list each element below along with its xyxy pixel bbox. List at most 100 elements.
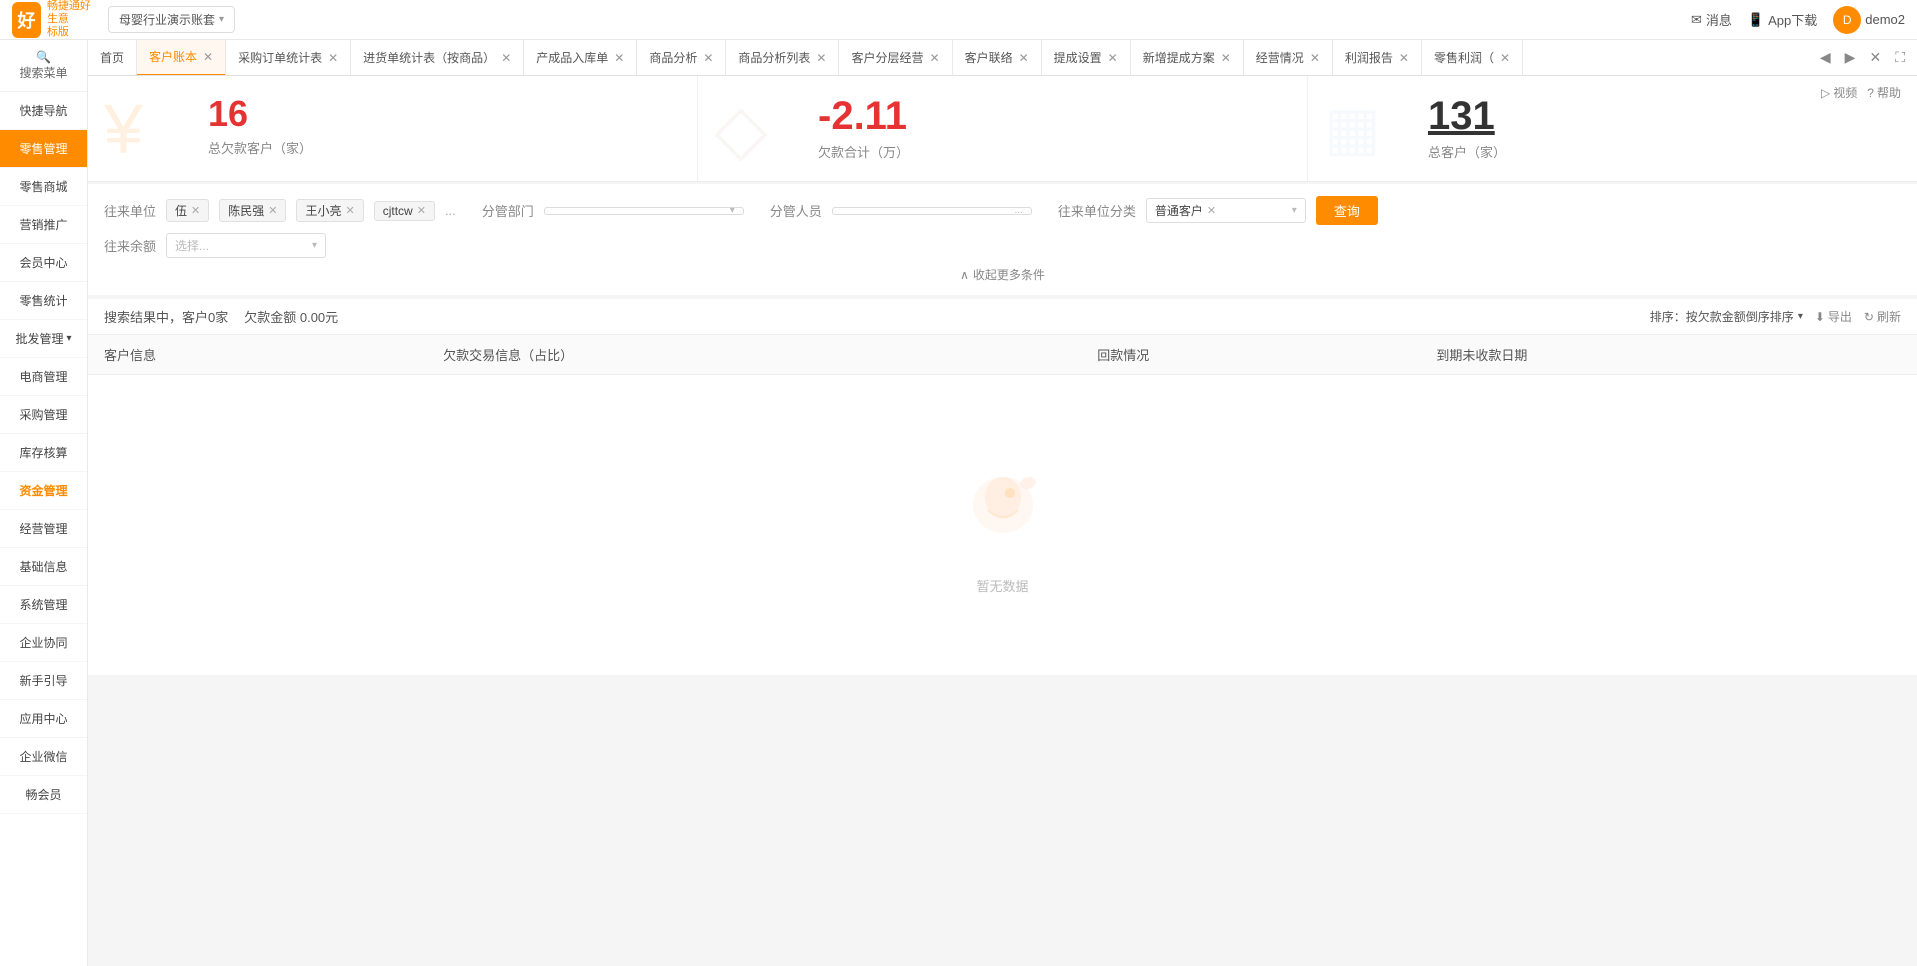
sidebar-item-label: 批发管理 bbox=[15, 330, 63, 347]
sidebar-item-label: 畅会员 bbox=[8, 786, 79, 803]
sidebar-item-zero-stat[interactable]: 零售统计 bbox=[0, 282, 87, 320]
collapse-btn[interactable]: ∧ 收起更多条件 bbox=[104, 266, 1901, 283]
sidebar-item-inventory[interactable]: 库存核算 bbox=[0, 434, 87, 472]
collapse-up-icon: ∧ bbox=[960, 268, 969, 282]
sidebar-item-app-center[interactable]: 应用中心 bbox=[0, 700, 87, 738]
sort-select[interactable]: 排序：按欠款金额倒序排序 ▾ bbox=[1650, 308, 1803, 325]
remain-select[interactable]: 选择... ▾ bbox=[166, 233, 326, 258]
sidebar-item-basic-info[interactable]: 基础信息 bbox=[0, 548, 87, 586]
dept-select[interactable]: ▾ bbox=[544, 207, 744, 215]
refresh-btn[interactable]: ↻ 刷新 bbox=[1864, 308, 1901, 325]
message-btn[interactable]: ✉ 消息 bbox=[1691, 10, 1732, 29]
empty-state: 暂无数据 bbox=[88, 375, 1917, 675]
unit-label: 往来单位 bbox=[104, 201, 156, 220]
tab-close-all-btn[interactable]: ✕ bbox=[1865, 47, 1885, 68]
tab-purchase-stat-by-product[interactable]: 进货单统计表（按商品） ✕ bbox=[351, 40, 524, 76]
close-icon[interactable]: ✕ bbox=[328, 51, 338, 65]
sidebar-item-label: 采购管理 bbox=[8, 406, 79, 423]
sidebar-item-new-guide[interactable]: 新手引导 bbox=[0, 662, 87, 700]
sidebar-item-zero-mall[interactable]: 零售商城 bbox=[0, 168, 87, 206]
content-area: 首页 客户账本 ✕ 采购订单统计表 ✕ 进货单统计表（按商品） ✕ 产成品入库单… bbox=[88, 40, 1917, 966]
stat-value-debt: -2.11 bbox=[728, 96, 1277, 136]
close-icon[interactable]: ✕ bbox=[1221, 51, 1231, 65]
tab-bar: 首页 客户账本 ✕ 采购订单统计表 ✕ 进货单统计表（按商品） ✕ 产成品入库单… bbox=[88, 40, 1917, 76]
sidebar-item-zero-retail[interactable]: 零售管理 bbox=[0, 130, 87, 168]
tab-new-improve-plan[interactable]: 新增提成方案 ✕ bbox=[1131, 40, 1244, 76]
sidebar-item-purchase-mgmt[interactable]: 采购管理 bbox=[0, 396, 87, 434]
tab-customer-tier[interactable]: 客户分层经营 ✕ bbox=[839, 40, 952, 76]
close-icon[interactable]: ✕ bbox=[1019, 51, 1029, 65]
close-icon[interactable]: ✕ bbox=[1108, 51, 1118, 65]
help-label: 帮助 bbox=[1877, 84, 1901, 101]
sidebar-item-member-center[interactable]: 会员中心 bbox=[0, 244, 87, 282]
tag-value: 普通客户 bbox=[1155, 202, 1203, 219]
sidebar-item-ops-mgmt[interactable]: 经营管理 bbox=[0, 510, 87, 548]
close-icon[interactable]: ✕ bbox=[1399, 51, 1409, 65]
sidebar-item-label: 基础信息 bbox=[8, 558, 79, 575]
user-area[interactable]: D demo2 bbox=[1833, 6, 1905, 34]
sidebar-item-enterprise[interactable]: 企业协同 bbox=[0, 624, 87, 662]
sidebar-item-marketing[interactable]: 营销推广 bbox=[0, 206, 87, 244]
sidebar-item-label: 库存核算 bbox=[8, 444, 79, 461]
tab-ops-situation[interactable]: 经营情况 ✕ bbox=[1244, 40, 1333, 76]
tab-prev-btn[interactable]: ◀ bbox=[1816, 47, 1835, 68]
account-selector[interactable]: 母婴行业演示账套 ▾ bbox=[108, 6, 235, 33]
close-icon[interactable]: ✕ bbox=[703, 51, 713, 65]
tab-home[interactable]: 首页 bbox=[88, 40, 137, 76]
remove-tag-unit-0[interactable]: ✕ bbox=[191, 204, 200, 217]
tab-product-analysis[interactable]: 商品分析 ✕ bbox=[637, 40, 726, 76]
collapse-label: 收起更多条件 bbox=[973, 266, 1045, 283]
chevron-down-icon: ▾ bbox=[312, 240, 317, 251]
sidebar-item-label: 系统管理 bbox=[8, 596, 79, 613]
sidebar-item-label: 企业协同 bbox=[8, 634, 79, 651]
close-icon[interactable]: ✕ bbox=[501, 51, 511, 65]
th-overdue-date: 到期未收款日期 bbox=[1420, 335, 1917, 375]
remove-tag-category-0[interactable]: ✕ bbox=[1207, 204, 1216, 217]
remove-tag-unit-1[interactable]: ✕ bbox=[268, 204, 277, 217]
query-button[interactable]: 查询 bbox=[1316, 196, 1378, 225]
sidebar-item-batch-mgmt[interactable]: 批发管理 ▾ bbox=[0, 320, 87, 358]
top-right-area: ✉ 消息 📱 App下载 D demo2 bbox=[1691, 6, 1905, 34]
top-bar: 好 畅捷通好生意 标版 母婴行业演示账套 ▾ ✉ 消息 📱 App下载 D de… bbox=[0, 0, 1917, 40]
tab-label: 商品分析 bbox=[649, 49, 697, 66]
sidebar-item-vip-member[interactable]: 畅会员 bbox=[0, 776, 87, 814]
main-layout: 🔍 搜索菜单 快捷导航 零售管理 零售商城 营销推广 会员中心 零售统计 批发管… bbox=[0, 40, 1917, 966]
app-download-btn[interactable]: 📱 App下载 bbox=[1748, 10, 1817, 29]
more-tags-btn[interactable]: ... bbox=[445, 203, 456, 218]
close-icon[interactable]: ✕ bbox=[1500, 51, 1510, 65]
close-icon[interactable]: ✕ bbox=[614, 51, 624, 65]
sidebar-item-quick-nav[interactable]: 快捷导航 bbox=[0, 92, 87, 130]
refresh-icon: ↻ bbox=[1864, 310, 1874, 324]
close-icon[interactable]: ✕ bbox=[816, 51, 826, 65]
sidebar-item-label: 零售管理 bbox=[8, 140, 79, 157]
tab-customer-connect[interactable]: 客户联络 ✕ bbox=[953, 40, 1042, 76]
sidebar-item-ecom-mgmt[interactable]: 电商管理 bbox=[0, 358, 87, 396]
remove-tag-unit-3[interactable]: ✕ bbox=[417, 204, 426, 217]
tab-customer-balance[interactable]: 客户账本 ✕ bbox=[137, 40, 226, 76]
tab-expand-btn[interactable]: ⛶ bbox=[1891, 47, 1909, 68]
tab-purchase-order-stat[interactable]: 采购订单统计表 ✕ bbox=[226, 40, 351, 76]
video-btn[interactable]: ▷ 视频 bbox=[1821, 84, 1857, 101]
tab-profit-report[interactable]: 利润报告 ✕ bbox=[1333, 40, 1422, 76]
close-icon[interactable]: ✕ bbox=[1310, 51, 1320, 65]
tab-product-inbound[interactable]: 产成品入库单 ✕ bbox=[524, 40, 637, 76]
table-empty-row: 暂无数据 bbox=[88, 375, 1917, 676]
close-icon[interactable]: ✕ bbox=[203, 50, 213, 64]
tab-retail-profit[interactable]: 零售利润（ ✕ bbox=[1422, 40, 1523, 76]
sidebar-search[interactable]: 🔍 搜索菜单 bbox=[0, 40, 87, 92]
sidebar-item-sys-mgmt[interactable]: 系统管理 bbox=[0, 586, 87, 624]
person-select[interactable]: ... bbox=[832, 207, 1032, 215]
tab-label: 产成品入库单 bbox=[536, 49, 608, 66]
avatar: D bbox=[1833, 6, 1861, 34]
sidebar-item-wechat-biz[interactable]: 企业微信 bbox=[0, 738, 87, 776]
export-btn[interactable]: ⬇ 导出 bbox=[1815, 308, 1852, 325]
sidebar-item-capital-mgmt[interactable]: 资金管理 bbox=[0, 472, 87, 510]
remove-tag-unit-2[interactable]: ✕ bbox=[346, 204, 355, 217]
category-select[interactable]: 普通客户 ✕ ▾ bbox=[1146, 198, 1306, 223]
tab-product-analysis-list[interactable]: 商品分析列表 ✕ bbox=[726, 40, 839, 76]
tab-next-btn[interactable]: ▶ bbox=[1841, 47, 1860, 68]
close-icon[interactable]: ✕ bbox=[930, 51, 940, 65]
account-name: 母婴行业演示账套 bbox=[119, 11, 215, 28]
tab-improve-settings[interactable]: 提成设置 ✕ bbox=[1042, 40, 1131, 76]
help-btn[interactable]: ? 帮助 bbox=[1867, 84, 1901, 101]
